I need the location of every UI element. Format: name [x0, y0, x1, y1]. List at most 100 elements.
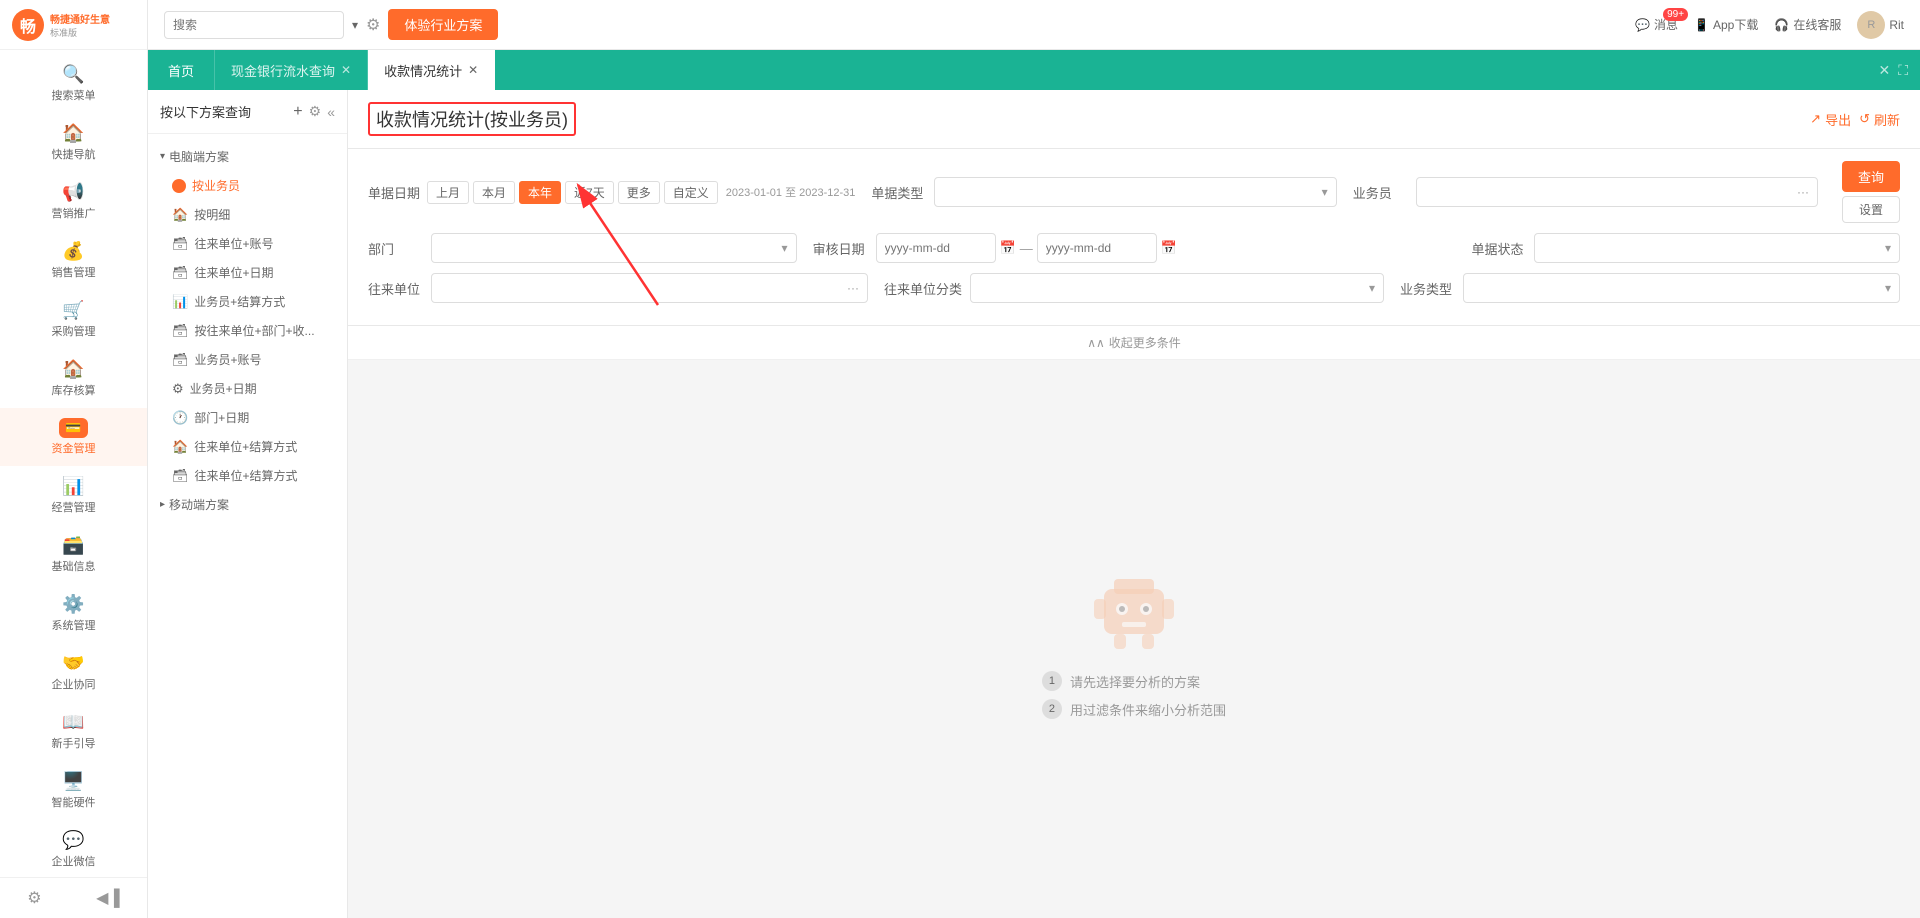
footer-collapse-icon[interactable]: ◀▐ — [96, 888, 120, 908]
tab-receipt-stats[interactable]: 收款情况统计 ✕ — [368, 50, 495, 90]
scheme-item-by-salesperson[interactable]: 按业务员 — [148, 171, 347, 200]
sidebar-item-sales[interactable]: 💰 销售管理 — [0, 231, 147, 290]
panel-settings-icon[interactable]: ⚙ — [309, 103, 322, 120]
sidebar-item-hardware[interactable]: 🖥️ 智能硬件 — [0, 761, 147, 820]
tab-bank-flow-close-icon[interactable]: ✕ — [341, 63, 351, 77]
salesperson-more-icon[interactable]: ··· — [1797, 185, 1809, 199]
finance-icon: 💳 — [59, 418, 87, 438]
sidebar-item-inventory[interactable]: 🏠 库存核算 — [0, 349, 147, 408]
search-input[interactable] — [164, 11, 344, 39]
date-btn-more[interactable]: 更多 — [618, 181, 660, 204]
scheme-item-unit-settlement2[interactable]: 🗃 往来单位+结算方式 — [148, 461, 347, 490]
scheme-item-unit-date[interactable]: 🗃 往来单位+日期 — [148, 258, 347, 287]
scheme-group-desktop-header[interactable]: ▾ 电脑端方案 — [148, 142, 347, 171]
settings-button[interactable]: 设置 — [1842, 196, 1900, 223]
page-header: 收款情况统计(按业务员) ↗ 导出 ↺ 刷新 — [348, 90, 1920, 149]
biz-type-select[interactable]: ▾ — [1463, 273, 1900, 303]
search-row-1: 单据日期 上月 本月 本年 近7天 更多 自定义 2023-01-01 至 20… — [368, 161, 1900, 223]
sidebar-item-finance[interactable]: 💳 资金管理 — [0, 408, 147, 466]
operation-icon: 📊 — [62, 476, 84, 497]
sidebar-item-guide[interactable]: 📖 新手引导 — [0, 702, 147, 761]
review-date-end-cal-icon[interactable]: 📅 — [1161, 240, 1177, 256]
app-download-item[interactable]: 📱 App下载 — [1694, 16, 1758, 33]
trial-button[interactable]: 体验行业方案 — [388, 9, 498, 40]
date-btn-this-month[interactable]: 本月 — [473, 181, 515, 204]
doc-type-select[interactable]: ▾ — [934, 177, 1336, 207]
unit-settlement2-icon: 🗃 — [172, 468, 189, 484]
salesperson-account-label: 业务员+账号 — [195, 351, 262, 368]
date-btn-7days[interactable]: 近7天 — [565, 181, 614, 204]
dept-select[interactable]: ▾ — [431, 233, 797, 263]
panel-add-icon[interactable]: + — [293, 103, 302, 121]
collapse-bar[interactable]: ∧∧ 收起更多条件 — [348, 326, 1920, 360]
counterpart-select[interactable]: ··· — [431, 273, 868, 303]
date-btn-custom[interactable]: 自定义 — [664, 181, 718, 204]
sidebar-item-operation[interactable]: 📊 经营管理 — [0, 466, 147, 525]
mobile-group-arrow-icon: ▸ — [160, 499, 165, 510]
review-date-start-input[interactable] — [876, 233, 996, 263]
scheme-group-mobile-header[interactable]: ▸ 移动端方案 — [148, 490, 347, 519]
counterpart-more-icon[interactable]: ··· — [847, 281, 859, 295]
online-service-icon: 🎧 — [1774, 18, 1789, 32]
purchase-icon: 🛒 — [62, 300, 84, 321]
robot-illustration — [1084, 559, 1184, 659]
tab-bank-flow[interactable]: 现金银行流水查询 ✕ — [215, 50, 368, 90]
counterpart-category-select[interactable]: ▾ — [970, 273, 1384, 303]
salesperson-settlement-icon: 📊 — [172, 294, 188, 310]
app-download-icon: 📱 — [1694, 18, 1709, 32]
sidebar-footer: ⚙ ◀▐ — [0, 877, 147, 918]
sidebar-item-system[interactable]: ⚙️ 系统管理 — [0, 584, 147, 643]
dropdown-arrow-icon[interactable]: ▾ — [352, 18, 358, 32]
message-item[interactable]: 💬 消息 99+ — [1635, 16, 1678, 33]
dept-dropdown-icon: ▾ — [782, 241, 788, 255]
refresh-label: 刷新 — [1874, 110, 1900, 129]
export-button[interactable]: ↗ 导出 — [1810, 110, 1851, 129]
footer-settings-icon[interactable]: ⚙ — [27, 888, 41, 908]
scheme-group-mobile: ▸ 移动端方案 — [148, 490, 347, 519]
date-btn-this-year[interactable]: 本年 — [519, 181, 561, 204]
counterpart-category-field: 往来单位分类 ▾ — [884, 273, 1384, 303]
maximize-window-icon[interactable]: ⛶ — [1898, 62, 1908, 79]
sidebar-item-basic[interactable]: 🗃️ 基础信息 — [0, 525, 147, 584]
scheme-section: ▾ 电脑端方案 按业务员 🏠 按明细 — [148, 134, 347, 527]
tab-bar: 首页 现金银行流水查询 ✕ 收款情况统计 ✕ ✕ ⛶ — [148, 50, 1920, 90]
logo-icon: 畅 — [12, 9, 44, 41]
review-date-end-input[interactable] — [1037, 233, 1157, 263]
tab-receipt-stats-close-icon[interactable]: ✕ — [468, 63, 478, 77]
refresh-button[interactable]: ↺ 刷新 — [1859, 110, 1900, 129]
panel-collapse-icon[interactable]: « — [327, 104, 335, 120]
online-service-item[interactable]: 🎧 在线客服 — [1774, 16, 1841, 33]
review-date-inputs: 📅 — 📅 — [876, 233, 1177, 263]
date-btn-last-month[interactable]: 上月 — [427, 181, 469, 204]
scheme-item-salesperson-settlement[interactable]: 📊 业务员+结算方式 — [148, 287, 347, 316]
scheme-item-unit-settlement1[interactable]: 🏠 往来单位+结算方式 — [148, 432, 347, 461]
scheme-item-unit-account[interactable]: 🗃 往来单位+账号 — [148, 229, 347, 258]
scheme-item-unit-dept-receipt[interactable]: 🗃 按往来单位+部门+收... — [148, 316, 347, 345]
sidebar-item-quick-nav[interactable]: 🏠 快捷导航 — [0, 113, 147, 172]
gear-icon[interactable]: ⚙ — [366, 15, 380, 35]
dept-date-icon: 🕐 — [172, 410, 188, 426]
scheme-item-dept-date[interactable]: 🕐 部门+日期 — [148, 403, 347, 432]
review-date-start-cal-icon[interactable]: 📅 — [1000, 240, 1016, 256]
sidebar-item-search-menu[interactable]: 🔍 搜索菜单 — [0, 54, 147, 113]
detail-scheme-label: 按明细 — [194, 206, 230, 223]
scheme-item-salesperson-account[interactable]: 🗃 业务员+账号 — [148, 345, 347, 374]
sidebar-item-enterprise[interactable]: 🤝 企业协同 — [0, 643, 147, 702]
query-button[interactable]: 查询 — [1842, 161, 1900, 192]
search-row-2: 部门 ▾ 审核日期 📅 — — [368, 233, 1900, 263]
close-window-icon[interactable]: ✕ — [1878, 62, 1890, 79]
doc-status-dropdown-icon: ▾ — [1885, 241, 1891, 255]
sidebar-item-wechat[interactable]: 💬 企业微信 — [0, 820, 147, 877]
tab-home[interactable]: 首页 — [148, 50, 215, 90]
empty-step-2-label: 用过滤条件来缩小分析范围 — [1070, 700, 1226, 719]
empty-state: 1 请先选择要分析的方案 2 用过滤条件来缩小分析范围 — [348, 360, 1920, 918]
sidebar-item-purchase[interactable]: 🛒 采购管理 — [0, 290, 147, 349]
salesperson-field-label: 业务员 — [1353, 183, 1408, 202]
user-item[interactable]: R Rit — [1857, 11, 1904, 39]
marketing-icon: 📢 — [62, 182, 84, 203]
sidebar-item-marketing[interactable]: 📢 营销推广 — [0, 172, 147, 231]
scheme-item-by-detail[interactable]: 🏠 按明细 — [148, 200, 347, 229]
salesperson-select[interactable]: ··· — [1416, 177, 1818, 207]
doc-status-select[interactable]: ▾ — [1534, 233, 1900, 263]
scheme-item-salesperson-date[interactable]: ⚙ 业务员+日期 — [148, 374, 347, 403]
